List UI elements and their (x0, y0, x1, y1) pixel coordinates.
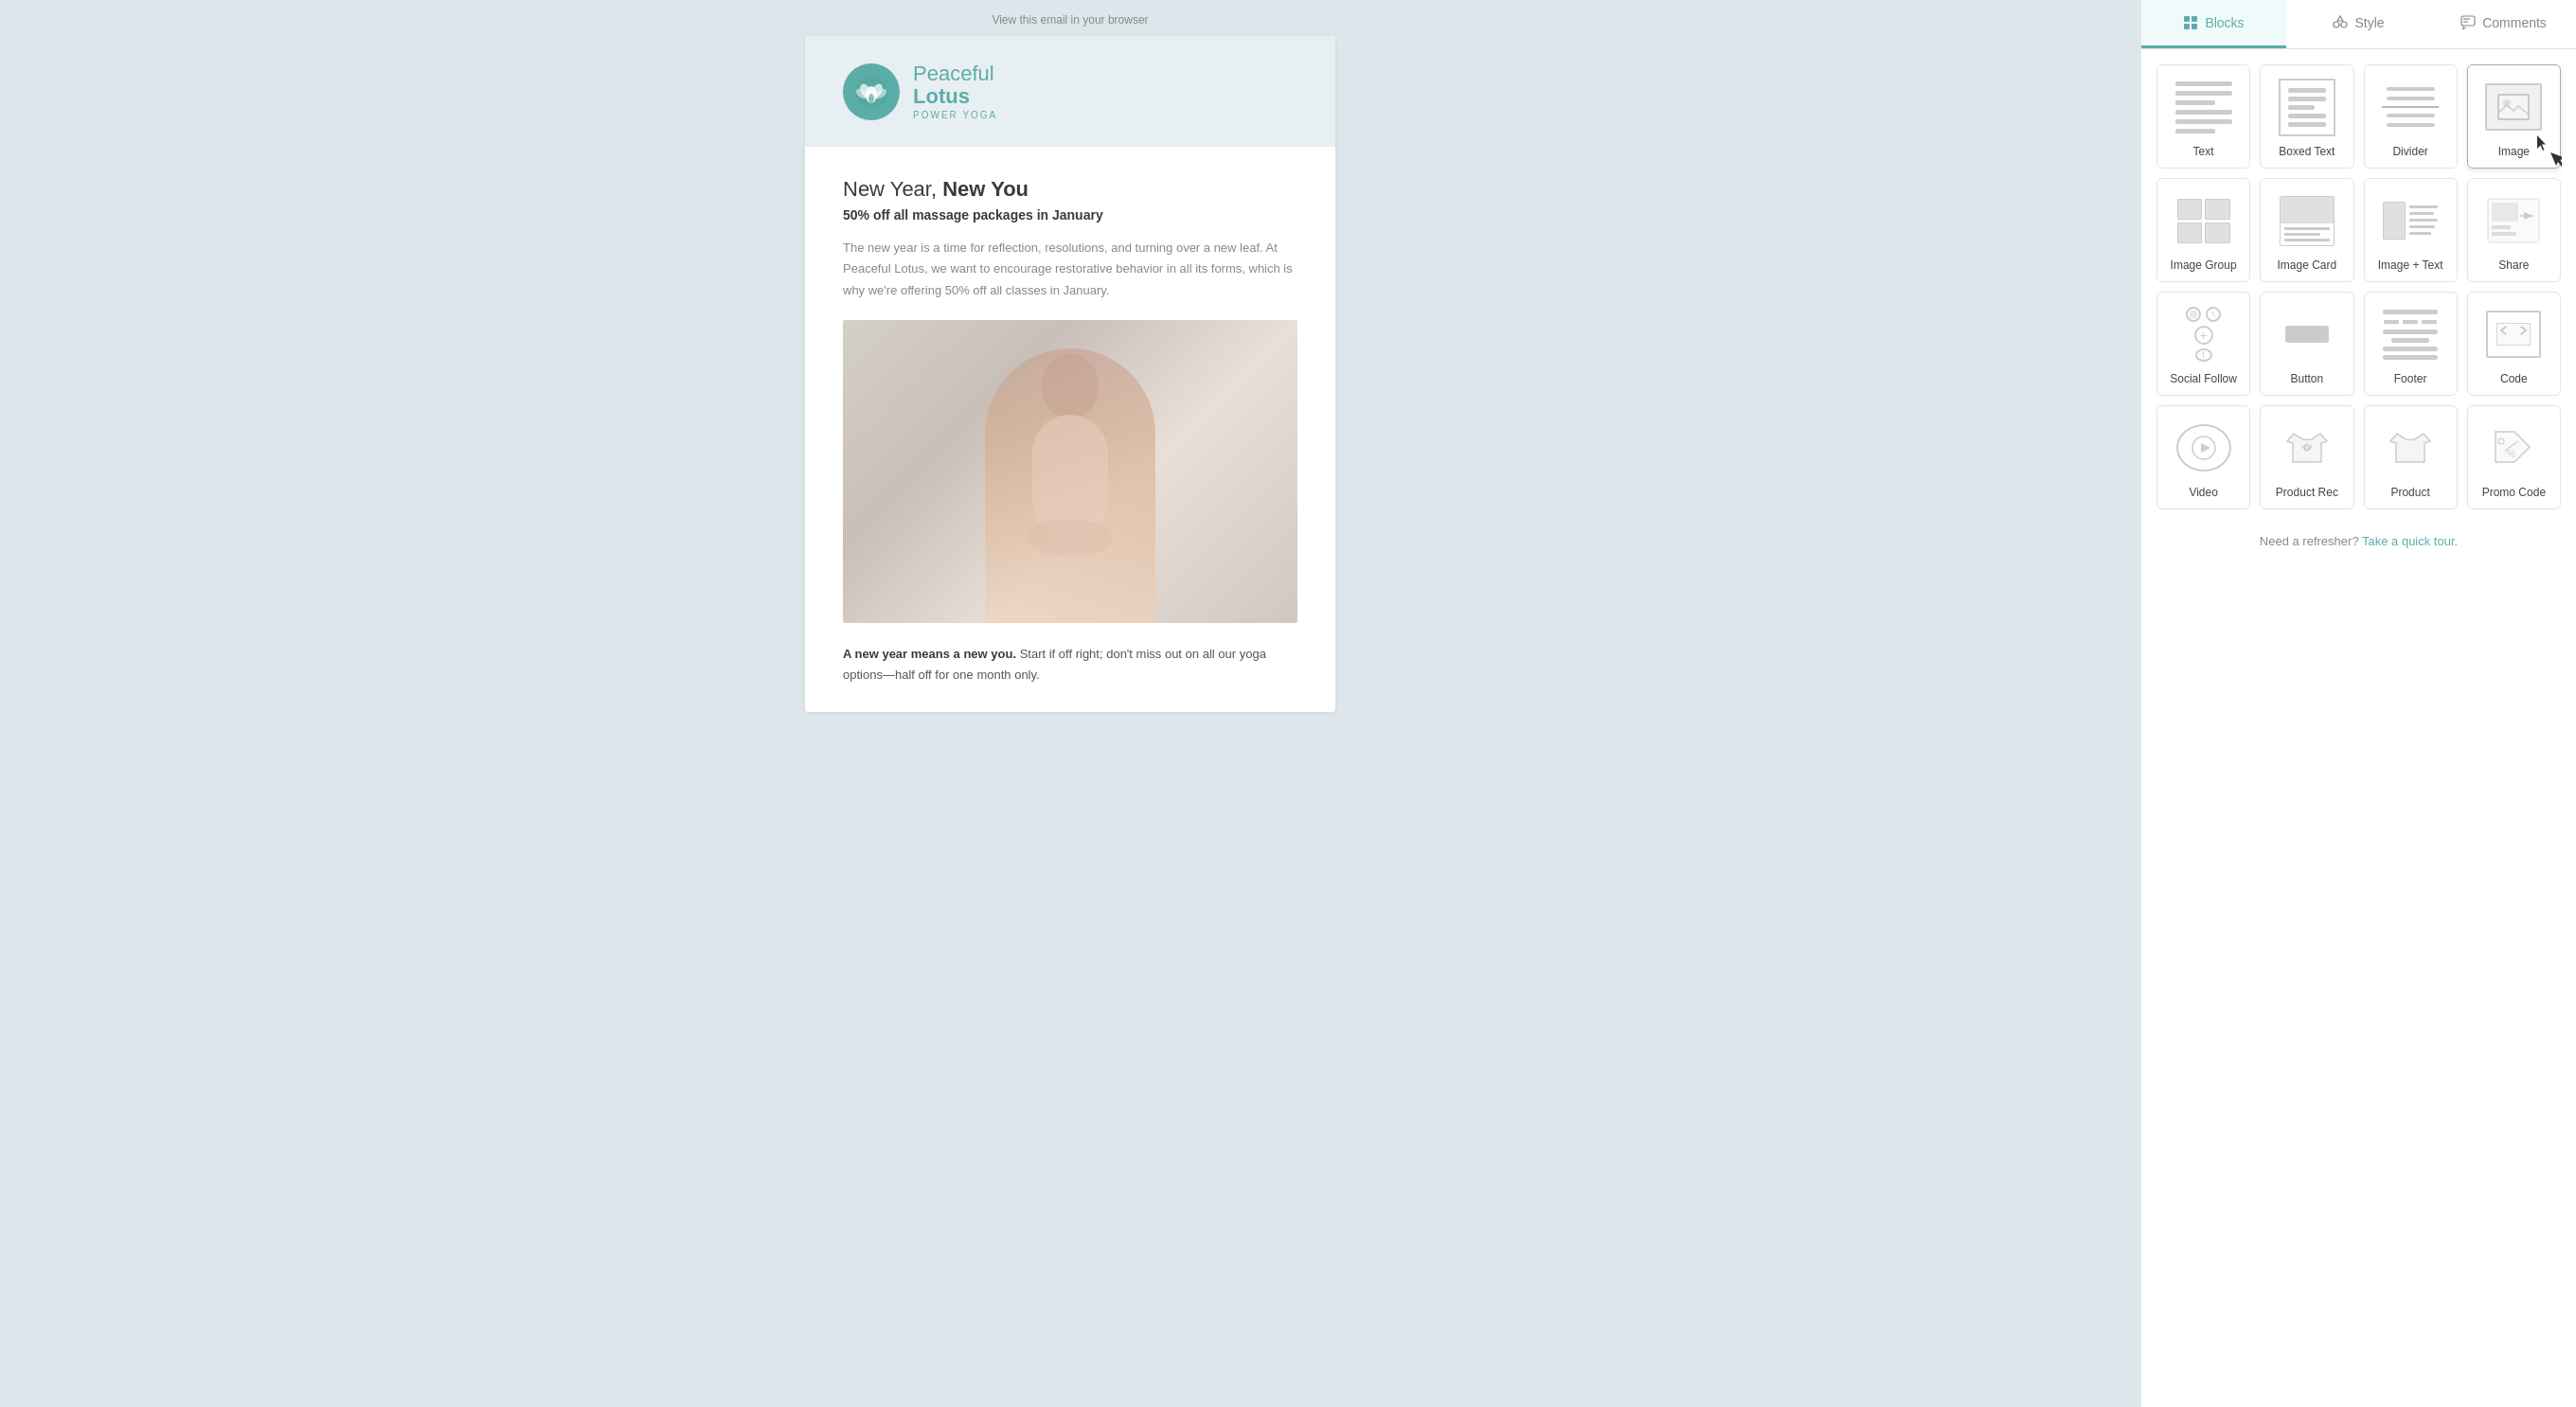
footer-icon (2372, 306, 2448, 363)
refresher-text: Need a refresher? Take a quick tour. (2141, 525, 2576, 567)
social-follow-icon: 𝕏 + f (2166, 306, 2242, 363)
logo-text: Peaceful Lotus Power Yoga (913, 62, 997, 120)
block-image-text[interactable]: Image + Text (2364, 178, 2458, 282)
boxed-text-icon (2269, 79, 2345, 135)
cursor-icon (2537, 135, 2547, 151)
share-icon (2476, 192, 2551, 249)
tab-blocks-label: Blocks (2205, 15, 2244, 30)
block-product-rec[interactable]: Product Rec (2260, 405, 2353, 509)
blocks-grid: Text Boxed Text (2141, 49, 2576, 525)
block-text[interactable]: Text (2156, 64, 2250, 169)
block-footer[interactable]: Footer (2364, 292, 2458, 396)
divider-icon (2372, 79, 2448, 135)
block-footer-label: Footer (2394, 372, 2427, 385)
block-button-label: Button (2291, 372, 2324, 385)
image-card-icon (2269, 192, 2345, 249)
block-video-label: Video (2189, 486, 2217, 499)
tab-style-label: Style (2354, 15, 2384, 30)
svg-text:%: % (2507, 449, 2515, 459)
block-boxed-text-label: Boxed Text (2279, 145, 2334, 158)
twitter-icon: 𝕏 (2206, 307, 2221, 322)
tab-comments[interactable]: Comments (2431, 0, 2576, 48)
block-share-label: Share (2498, 258, 2529, 272)
logo-title: Peaceful Lotus (913, 62, 997, 108)
image-icon (2476, 79, 2551, 135)
quick-tour-link[interactable]: Take a quick tour. (2362, 534, 2458, 548)
block-social-follow-label: Social Follow (2170, 372, 2237, 385)
block-boxed-text[interactable]: Boxed Text (2260, 64, 2353, 169)
product-rec-icon (2269, 419, 2345, 476)
instagram-icon (2186, 307, 2201, 322)
block-video[interactable]: Video (2156, 405, 2250, 509)
svg-rect-26 (2191, 312, 2196, 317)
block-image-text-label: Image + Text (2378, 258, 2443, 272)
svg-rect-24 (2492, 225, 2511, 229)
block-product-rec-label: Product Rec (2276, 486, 2338, 499)
email-preview-panel: View this email in your browser Peaceful (0, 0, 2140, 1407)
email-cta-text: A new year means a new you. Start if off… (843, 644, 1297, 686)
svg-rect-28 (2496, 323, 2531, 346)
block-code-label: Code (2500, 372, 2528, 385)
block-share[interactable]: Share (2467, 178, 2561, 282)
svg-rect-20 (2498, 95, 2529, 119)
button-icon (2269, 306, 2345, 363)
block-image-group[interactable]: Image Group (2156, 178, 2250, 282)
promo-code-icon: % (2476, 419, 2551, 476)
email-card: Peaceful Lotus Power Yoga New Year, New … (805, 36, 1335, 712)
email-paragraph: The new year is a time for reflection, r… (843, 238, 1297, 300)
block-product[interactable]: Product (2364, 405, 2458, 509)
block-promo-code-label: Promo Code (2482, 486, 2546, 499)
block-product-label: Product (2390, 486, 2429, 499)
svg-rect-12 (2184, 24, 2190, 29)
logo-subtitle: Power Yoga (913, 110, 997, 120)
text-icon (2166, 79, 2242, 135)
view-in-browser-link[interactable]: View this email in your browser (0, 0, 2140, 36)
blocks-panel: Blocks Style Comments (2140, 0, 2576, 1407)
svg-rect-23 (2492, 203, 2518, 222)
svg-rect-25 (2492, 232, 2516, 236)
image-group-icon (2166, 192, 2242, 249)
email-image (843, 320, 1297, 623)
block-image[interactable]: Image (2467, 64, 2561, 169)
image-text-icon (2372, 192, 2448, 249)
code-icon (2476, 306, 2551, 363)
svg-rect-11 (2191, 16, 2197, 22)
block-image-label: Image (2498, 145, 2530, 158)
logo-icon (843, 63, 900, 120)
block-promo-code[interactable]: % Promo Code (2467, 405, 2561, 509)
add-social-icon: + (2194, 326, 2213, 345)
product-icon (2372, 419, 2448, 476)
video-icon (2166, 419, 2242, 476)
block-code[interactable]: Code (2467, 292, 2561, 396)
svg-point-6 (868, 94, 874, 103)
svg-rect-17 (2461, 16, 2475, 26)
svg-point-7 (1042, 353, 1099, 419)
tab-style[interactable]: Style (2286, 0, 2431, 48)
svg-rect-13 (2191, 24, 2197, 29)
svg-rect-10 (2184, 16, 2190, 22)
email-header: Peaceful Lotus Power Yoga (805, 36, 1335, 147)
email-body: New Year, New You 50% off all massage pa… (805, 147, 1335, 711)
email-subheading: 50% off all massage packages in January (843, 207, 1297, 223)
block-text-label: Text (2193, 145, 2214, 158)
block-divider[interactable]: Divider (2364, 64, 2458, 169)
svg-point-27 (2192, 313, 2195, 316)
panel-tabs: Blocks Style Comments (2141, 0, 2576, 49)
block-image-card[interactable]: Image Card (2260, 178, 2353, 282)
tab-comments-label: Comments (2482, 15, 2547, 30)
tab-blocks[interactable]: Blocks (2141, 0, 2286, 48)
email-heading: New Year, New You (843, 177, 1297, 202)
block-image-group-label: Image Group (2171, 258, 2237, 272)
svg-point-9 (1028, 519, 1113, 557)
facebook-icon: f (2195, 348, 2212, 362)
svg-point-15 (2341, 22, 2347, 27)
svg-point-14 (2334, 22, 2339, 27)
block-image-card-label: Image Card (2278, 258, 2337, 272)
block-divider-label: Divider (2392, 145, 2427, 158)
block-button[interactable]: Button (2260, 292, 2353, 396)
block-social-follow[interactable]: 𝕏 + f Social Follow (2156, 292, 2250, 396)
